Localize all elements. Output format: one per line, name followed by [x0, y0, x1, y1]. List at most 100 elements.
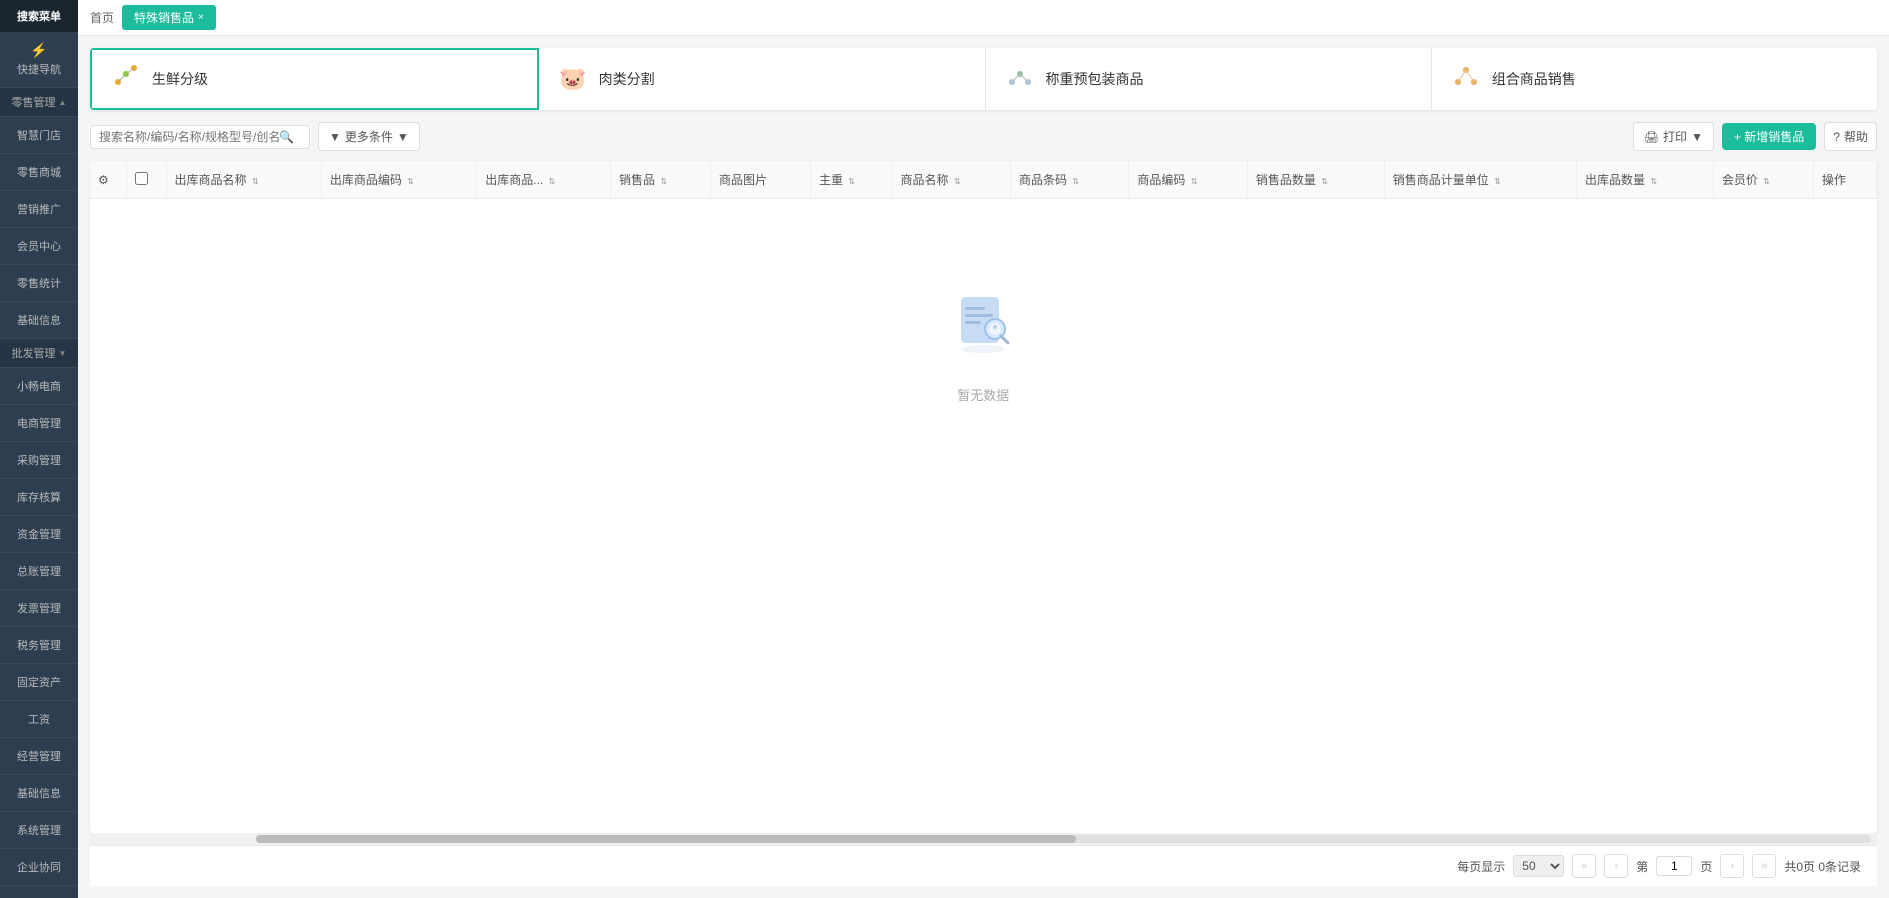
- table-col-sale-unit[interactable]: 销售商品计量单位 ⇅: [1384, 161, 1576, 199]
- print-icon: 🖨: [1644, 130, 1659, 144]
- retail-mgmt-arrow: ▲: [59, 98, 67, 107]
- search-box[interactable]: 🔍: [90, 125, 310, 149]
- sidebar-item-wholesale-mgmt[interactable]: 批发管理 ▼: [0, 339, 78, 368]
- table-col-goods-barcode[interactable]: 商品条码 ⇅: [1010, 161, 1128, 199]
- next-icon: ›: [1730, 860, 1734, 872]
- basic-info2-label: 基础信息: [17, 785, 61, 801]
- tab-cards: 生鲜分级 🐷 肉类分割 称重预包装商品: [90, 48, 1877, 110]
- help-button[interactable]: ? 帮助: [1824, 122, 1877, 151]
- table-col-goods-image[interactable]: 商品图片: [711, 161, 811, 199]
- sort-icon: ⇅: [1191, 177, 1198, 186]
- wholesale-arrow: ▼: [59, 349, 67, 358]
- sidebar-item-fixed-assets[interactable]: 固定资产: [0, 664, 78, 701]
- table-col-goods-code[interactable]: 商品编码 ⇅: [1129, 161, 1247, 199]
- print-button[interactable]: 🖨 打印 ▼: [1633, 122, 1714, 151]
- sidebar-item-marketing[interactable]: 营销推广: [0, 191, 78, 228]
- sort-icon: ⇅: [954, 177, 961, 186]
- sidebar-item-retail-mall[interactable]: 零售商城: [0, 154, 78, 191]
- sidebar-item-member-center[interactable]: 会员中心: [0, 228, 78, 265]
- sidebar-item-invoice-mgmt[interactable]: 发票管理: [0, 590, 78, 627]
- tab-card-meat-cut[interactable]: 🐷 肉类分割: [539, 48, 985, 110]
- pagination-last-button[interactable]: »: [1752, 854, 1776, 878]
- sidebar-search[interactable]: 搜索菜单: [0, 0, 78, 32]
- meat-cut-icon: 🐷: [559, 66, 586, 92]
- main-weight-label: 主重: [819, 173, 843, 187]
- sidebar-item-basic-info[interactable]: 基础信息: [0, 302, 78, 339]
- table-col-out-qty[interactable]: 出库品数量 ⇅: [1576, 161, 1713, 199]
- goods-name-label: 商品名称: [901, 173, 949, 187]
- table-col-member-price[interactable]: 会员价 ⇅: [1713, 161, 1813, 199]
- marketing-label: 营销推广: [17, 201, 61, 217]
- page-label-suffix: 页: [1700, 858, 1712, 875]
- tab-card-fresh-grade[interactable]: 生鲜分级: [90, 48, 539, 110]
- sidebar-item-ecommerce-mgmt[interactable]: 电商管理: [0, 405, 78, 442]
- tab-close-icon[interactable]: ×: [198, 12, 204, 23]
- table-col-goods-name[interactable]: 商品名称 ⇅: [892, 161, 1010, 199]
- page-size-label: 每页显示: [1457, 858, 1505, 875]
- page-number-input[interactable]: [1656, 856, 1692, 876]
- add-sale-goods-button[interactable]: + 新增销售品: [1722, 123, 1816, 150]
- table-col-main-weight[interactable]: 主重 ⇅: [810, 161, 892, 199]
- select-all-checkbox[interactable]: [135, 172, 148, 185]
- sidebar-item-system-mgmt[interactable]: 系统管理: [0, 812, 78, 849]
- combo-goods-icon: [1452, 64, 1480, 94]
- print-arrow-icon: ▼: [1691, 130, 1703, 144]
- sidebar-item-mini-ecommerce[interactable]: 小畅电商: [0, 368, 78, 405]
- page-size-select[interactable]: 10 20 50 100: [1513, 855, 1564, 877]
- sidebar-item-retail-stats[interactable]: 零售统计: [0, 265, 78, 302]
- pagination-first-button[interactable]: «: [1572, 854, 1596, 878]
- sidebar-item-retail-mgmt[interactable]: 零售管理 ▲: [0, 88, 78, 117]
- pagination-prev-button[interactable]: ‹: [1604, 854, 1628, 878]
- quick-nav-icon: ⚡: [30, 42, 47, 59]
- filter-button[interactable]: ▼ 更多条件 ▼: [318, 122, 420, 151]
- content-area: 生鲜分级 🐷 肉类分割 称重预包装商品: [78, 36, 1889, 898]
- toolbar: 🔍 ▼ 更多条件 ▼ 🖨 打印 ▼ + 新增销售品 ?: [90, 122, 1877, 151]
- member-center-label: 会员中心: [17, 238, 61, 254]
- topbar-active-tab[interactable]: 特殊销售品 ×: [122, 5, 216, 30]
- sidebar-item-salary[interactable]: 工资: [0, 701, 78, 738]
- table-col-out-goods-name[interactable]: 出库商品名称 ⇅: [166, 161, 321, 199]
- sidebar-item-quick-nav[interactable]: ⚡ 快捷导航: [0, 32, 78, 88]
- sidebar-item-smart-store[interactable]: 智慧门店: [0, 117, 78, 154]
- sort-icon: ⇅: [1072, 177, 1079, 186]
- tab-card-weigh-pack[interactable]: 称重预包装商品: [986, 48, 1432, 110]
- table-col-out-goods-spec[interactable]: 出库商品... ⇅: [477, 161, 611, 199]
- toolbar-right: 🖨 打印 ▼ + 新增销售品 ? 帮助: [1633, 122, 1877, 151]
- search-icon[interactable]: 🔍: [279, 130, 294, 144]
- table-container: ⚙ 出库商品名称 ⇅ 出库商品编码 ⇅: [90, 161, 1877, 833]
- sidebar-item-basic-info2[interactable]: 基础信息: [0, 775, 78, 812]
- goods-image-label: 商品图片: [719, 173, 767, 187]
- table-col-sale-goods[interactable]: 销售品 ⇅: [611, 161, 711, 199]
- active-tab-label: 特殊销售品: [134, 9, 194, 26]
- sidebar-item-ledger[interactable]: 总账管理: [0, 553, 78, 590]
- table-col-gear[interactable]: ⚙: [90, 161, 126, 199]
- basic-info-label: 基础信息: [17, 312, 61, 328]
- table-col-out-goods-code[interactable]: 出库商品编码 ⇅: [321, 161, 476, 199]
- topbar: 首页 特殊销售品 ×: [78, 0, 1889, 36]
- sidebar-item-label: 快捷导航: [17, 61, 61, 77]
- sidebar-item-new-guide[interactable]: 新手引导: [0, 886, 78, 898]
- sidebar-item-finance[interactable]: 资金管理: [0, 516, 78, 553]
- tab-card-combo-goods[interactable]: 组合商品销售: [1432, 48, 1877, 110]
- tax-mgmt-label: 税务管理: [17, 637, 61, 653]
- table-col-check[interactable]: [126, 161, 166, 199]
- sidebar-item-operations[interactable]: 经营管理: [0, 738, 78, 775]
- combo-goods-label: 组合商品销售: [1492, 69, 1576, 89]
- sidebar-item-enterprise[interactable]: 企业协同: [0, 849, 78, 886]
- topbar-home[interactable]: 首页: [90, 9, 114, 26]
- inventory-label: 库存核算: [17, 489, 61, 505]
- retail-stats-label: 零售统计: [17, 275, 61, 291]
- sidebar-item-purchase-mgmt[interactable]: 采购管理: [0, 442, 78, 479]
- main-content: 首页 特殊销售品 × 生鲜分级: [78, 0, 1889, 898]
- sidebar-item-tax-mgmt[interactable]: 税务管理: [0, 627, 78, 664]
- total-label: 共0页 0条记录: [1784, 858, 1861, 875]
- table-col-sale-qty[interactable]: 销售品数量 ⇅: [1247, 161, 1384, 199]
- finance-label: 资金管理: [17, 526, 61, 542]
- sort-icon: ⇅: [848, 177, 855, 186]
- horizontal-scrollbar[interactable]: [90, 833, 1877, 845]
- add-sale-goods-label: + 新增销售品: [1734, 128, 1804, 145]
- pagination-next-button[interactable]: ›: [1720, 854, 1744, 878]
- sidebar-item-inventory[interactable]: 库存核算: [0, 479, 78, 516]
- search-input[interactable]: [99, 130, 279, 144]
- empty-state: 暂无数据: [90, 199, 1877, 484]
